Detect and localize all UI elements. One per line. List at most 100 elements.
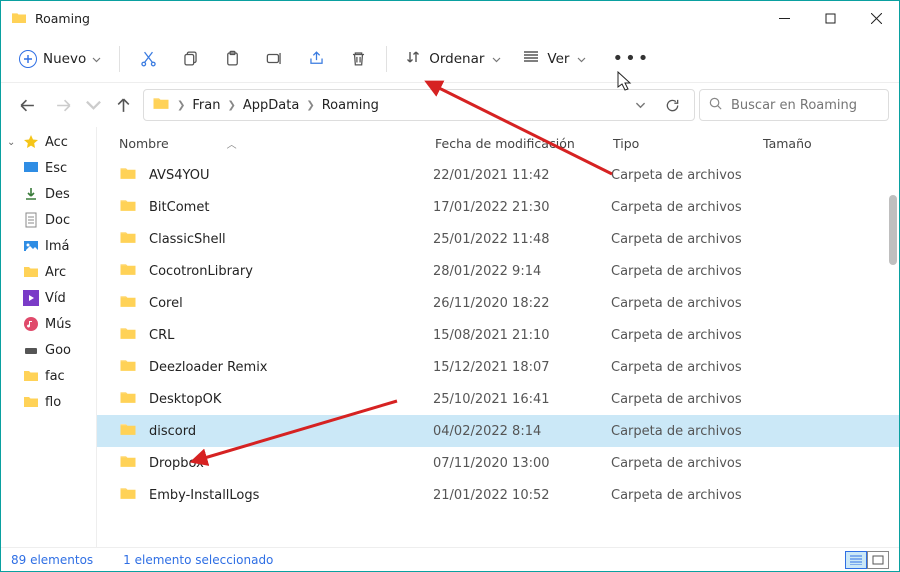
address-dropdown[interactable] <box>626 91 654 119</box>
table-row[interactable]: DesktopOK25/10/2021 16:41Carpeta de arch… <box>97 383 899 415</box>
status-bar: 89 elementos 1 elemento seleccionado <box>1 547 899 571</box>
file-type: Carpeta de archivos <box>611 168 781 183</box>
folder-icon <box>23 264 39 280</box>
folder-icon <box>119 486 149 505</box>
chevron-right-icon: ❯ <box>226 100 236 111</box>
column-headers[interactable]: Nombre︿ Fecha de modificación Tipo Tamañ… <box>97 127 899 159</box>
file-date: 22/01/2021 11:42 <box>433 168 611 183</box>
file-date: 17/01/2022 21:30 <box>433 200 611 215</box>
search-box[interactable] <box>699 89 889 121</box>
folder-icon <box>119 166 149 185</box>
sidebar-label: Arc <box>45 265 66 280</box>
sidebar: ⌄ Acc EscDesDocImá Arc Víd Mús Goofacflo <box>1 127 97 549</box>
back-button[interactable] <box>11 89 43 121</box>
folder-icon <box>11 10 27 26</box>
file-type: Carpeta de archivos <box>611 424 781 439</box>
star-icon <box>23 134 39 150</box>
file-date: 15/12/2021 18:07 <box>433 360 611 375</box>
file-name: discord <box>149 424 433 439</box>
sidebar-item[interactable]: Víd <box>1 285 96 311</box>
refresh-button[interactable] <box>658 91 686 119</box>
file-date: 04/02/2022 8:14 <box>433 424 611 439</box>
icons-view-toggle[interactable] <box>867 551 889 569</box>
col-size[interactable]: Tamaño <box>763 136 863 151</box>
file-name: CRL <box>149 328 433 343</box>
sidebar-item[interactable]: flo <box>1 389 96 415</box>
divider <box>386 46 387 72</box>
sidebar-item[interactable]: Goo <box>1 337 96 363</box>
file-type: Carpeta de archivos <box>611 232 781 247</box>
chevron-down-icon <box>492 51 501 67</box>
file-type: Carpeta de archivos <box>611 456 781 471</box>
col-type[interactable]: Tipo <box>613 136 763 151</box>
address-bar[interactable]: ❯ Fran ❯ AppData ❯ Roaming <box>143 89 695 121</box>
sidebar-item[interactable]: Des <box>1 181 96 207</box>
sidebar-label: Mús <box>45 317 71 332</box>
table-row[interactable]: Dropbox07/11/2020 13:00Carpeta de archiv… <box>97 447 899 479</box>
up-button[interactable] <box>107 89 139 121</box>
copy-button[interactable] <box>170 41 210 77</box>
folder-icon <box>119 454 149 473</box>
images-icon <box>23 238 39 254</box>
close-button[interactable] <box>853 1 899 35</box>
sort-label: Ordenar <box>429 51 484 67</box>
more-button[interactable]: ••• <box>598 42 664 75</box>
sidebar-item[interactable]: Mús <box>1 311 96 337</box>
table-row[interactable]: discord04/02/2022 8:14Carpeta de archivo… <box>97 415 899 447</box>
sidebar-item[interactable]: ⌄ Acc <box>1 129 96 155</box>
folder-icon <box>119 262 149 281</box>
folder-icon <box>119 390 149 409</box>
minimize-button[interactable] <box>761 1 807 35</box>
file-type: Carpeta de archivos <box>611 264 781 279</box>
search-icon <box>708 96 723 115</box>
table-row[interactable]: Emby-InstallLogs21/01/2022 10:52Carpeta … <box>97 479 899 511</box>
share-button[interactable] <box>296 41 336 77</box>
table-row[interactable]: CRL15/08/2021 21:10Carpeta de archivos <box>97 319 899 351</box>
file-type: Carpeta de archivos <box>611 296 781 311</box>
folder-icon <box>119 358 149 377</box>
col-date[interactable]: Fecha de modificación <box>435 136 613 151</box>
window-title: Roaming <box>35 11 761 26</box>
maximize-button[interactable] <box>807 1 853 35</box>
table-row[interactable]: Corel26/11/2020 18:22Carpeta de archivos <box>97 287 899 319</box>
file-date: 26/11/2020 18:22 <box>433 296 611 311</box>
scrollbar-thumb[interactable] <box>889 195 897 265</box>
table-row[interactable]: AVS4YOU22/01/2021 11:42Carpeta de archiv… <box>97 159 899 191</box>
file-date: 25/10/2021 16:41 <box>433 392 611 407</box>
rename-button[interactable] <box>254 41 294 77</box>
scrollbar[interactable] <box>885 35 899 549</box>
table-row[interactable]: CocotronLibrary28/01/2022 9:14Carpeta de… <box>97 255 899 287</box>
view-button[interactable]: Ver <box>513 44 596 74</box>
breadcrumb-segment[interactable]: Roaming <box>318 96 383 115</box>
folder-icon <box>119 198 149 217</box>
search-input[interactable] <box>731 98 880 113</box>
file-name: Deezloader Remix <box>149 360 433 375</box>
file-name: Emby-InstallLogs <box>149 488 433 503</box>
forward-button[interactable] <box>47 89 79 121</box>
sidebar-item[interactable]: fac <box>1 363 96 389</box>
sidebar-item[interactable]: Arc <box>1 259 96 285</box>
sidebar-label: Víd <box>45 291 66 306</box>
file-type: Carpeta de archivos <box>611 392 781 407</box>
recent-button[interactable] <box>83 89 103 121</box>
breadcrumb-segment[interactable]: Fran <box>188 96 224 115</box>
delete-button[interactable] <box>338 41 378 77</box>
paste-button[interactable] <box>212 41 252 77</box>
table-row[interactable]: BitComet17/01/2022 21:30Carpeta de archi… <box>97 191 899 223</box>
sidebar-item[interactable]: Esc <box>1 155 96 181</box>
table-row[interactable]: ClassicShell25/01/2022 11:48Carpeta de a… <box>97 223 899 255</box>
col-name[interactable]: Nombre <box>119 136 169 151</box>
new-button[interactable]: Nuevo <box>9 44 111 74</box>
chevron-right-icon: ❯ <box>305 100 315 111</box>
file-name: Dropbox <box>149 456 433 471</box>
sort-button[interactable]: Ordenar <box>395 43 511 75</box>
sidebar-item[interactable]: Doc <box>1 207 96 233</box>
sidebar-item[interactable]: Imá <box>1 233 96 259</box>
sidebar-label: Acc <box>45 135 68 150</box>
breadcrumb-segment[interactable]: AppData <box>239 96 303 115</box>
table-row[interactable]: Deezloader Remix15/12/2021 18:07Carpeta … <box>97 351 899 383</box>
cut-button[interactable] <box>128 41 168 77</box>
status-count: 89 elementos <box>11 553 93 567</box>
chevron-down-icon: ⌄ <box>7 137 17 148</box>
details-view-toggle[interactable] <box>845 551 867 569</box>
